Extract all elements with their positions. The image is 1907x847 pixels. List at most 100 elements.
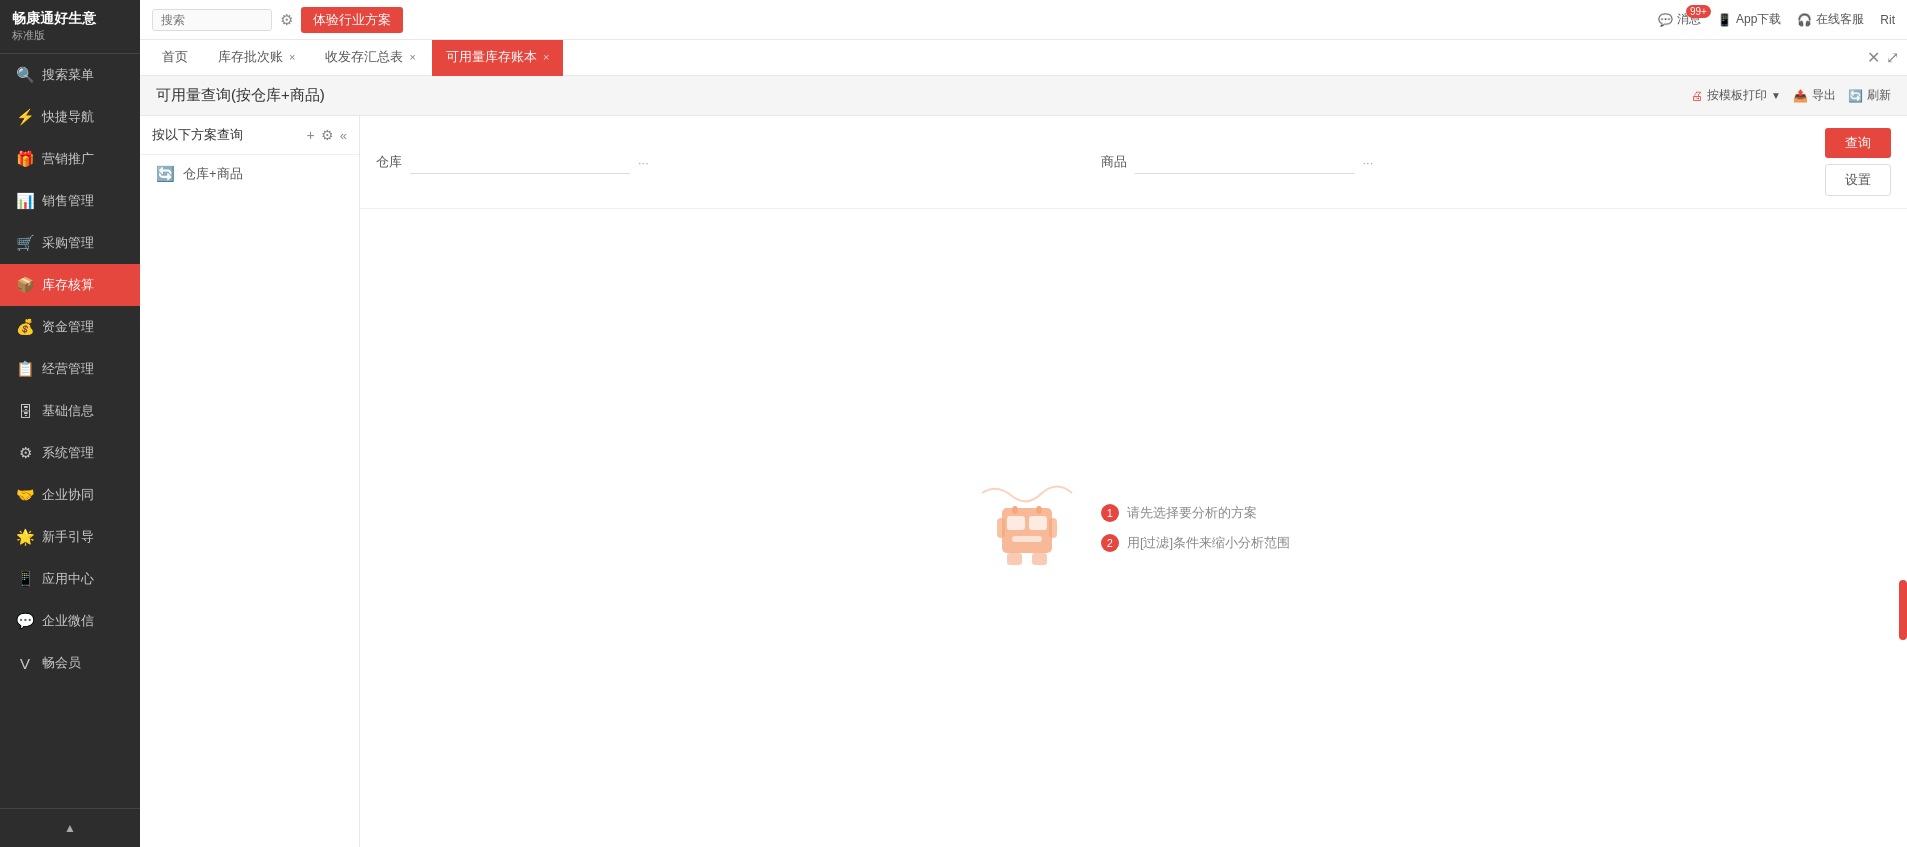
left-panel: 按以下方案查询 + ⚙ « 🔄 仓库+商品 [140, 116, 360, 847]
tab-available-close[interactable]: × [543, 51, 549, 63]
sidebar-item-newbie[interactable]: 🌟 新手引导 [0, 516, 140, 558]
goods-filter-input[interactable] [1135, 150, 1355, 174]
gift-icon: 🎁 [16, 150, 34, 168]
svg-rect-2 [1029, 516, 1047, 530]
topbar-app-btn[interactable]: 📱 App下载 [1717, 11, 1781, 28]
tab-home[interactable]: 首页 [148, 40, 202, 76]
goods-filter-group: 商品 ··· [1101, 150, 1810, 174]
sidebar-item-shortcut[interactable]: ⚡ 快捷导航 [0, 96, 140, 138]
svg-rect-0 [1002, 508, 1052, 553]
export-icon: 📤 [1793, 89, 1808, 103]
page-actions: 🖨 按模板打印 ▼ 📤 导出 🔄 刷新 [1691, 87, 1891, 104]
warehouse-filter-label: 仓库 [376, 153, 402, 171]
filter-row: 仓库 ··· 商品 ··· 查询 设置 [360, 116, 1907, 209]
tab-batch-close[interactable]: × [289, 51, 295, 63]
svg-rect-9 [1032, 553, 1047, 565]
lightning-icon: ⚡ [16, 108, 34, 126]
sidebar-item-wechat[interactable]: 💬 企业微信 [0, 600, 140, 642]
box-icon: 📦 [16, 276, 34, 294]
refresh-icon: 🔄 [1848, 89, 1863, 103]
topbar-search-input[interactable] [152, 9, 272, 31]
tab-expand-icon[interactable]: ⤢ [1886, 48, 1899, 67]
tab-available[interactable]: 可用量库存账本 × [432, 40, 563, 76]
left-panel-add-btn[interactable]: + [307, 127, 315, 143]
svg-rect-8 [1007, 553, 1022, 565]
svg-point-6 [1012, 506, 1018, 514]
page-title: 可用量查询(按仓库+商品) [156, 86, 325, 105]
database-icon: 🗄 [16, 403, 34, 420]
sidebar-bottom: ▲ [0, 808, 140, 847]
topbar-right: 💬 消息 99+ 📱 App下载 🎧 在线客服 Rit [1658, 11, 1895, 28]
tab-extra: ✕ ⤢ [1859, 48, 1907, 67]
svg-rect-5 [1049, 518, 1057, 538]
sidebar-item-sales[interactable]: 📊 销售管理 [0, 180, 140, 222]
message-icon: 💬 [1658, 13, 1673, 27]
warehouse-filter-group: 仓库 ··· [376, 150, 1085, 174]
left-panel-title: 按以下方案查询 [152, 126, 301, 144]
sidebar-item-appstore[interactable]: 📱 应用中心 [0, 558, 140, 600]
trial-btn[interactable]: 体验行业方案 [301, 7, 403, 33]
export-btn[interactable]: 📤 导出 [1793, 87, 1836, 104]
mobile-icon: 📱 [16, 570, 34, 588]
page-header: 可用量查询(按仓库+商品) 🖨 按模板打印 ▼ 📤 导出 🔄 刷新 [140, 76, 1907, 116]
goods-filter-label: 商品 [1101, 153, 1127, 171]
sidebar-item-system[interactable]: ⚙ 系统管理 [0, 432, 140, 474]
tab-batch[interactable]: 库存批次账 × [204, 40, 309, 76]
sidebar-item-enterprise[interactable]: 🤝 企业协同 [0, 474, 140, 516]
warehouse-goods-icon: 🔄 [156, 165, 175, 183]
topbar-support-btn[interactable]: 🎧 在线客服 [1797, 11, 1864, 28]
logo-sub: 标准版 [12, 28, 128, 43]
empty-illustration [977, 478, 1077, 578]
cart-icon: 🛒 [16, 234, 34, 252]
sidebar-item-inventory[interactable]: 📦 库存核算 [0, 264, 140, 306]
sidebar-item-search[interactable]: 🔍 搜索菜单 [0, 54, 140, 96]
print-icon: 🖨 [1691, 89, 1703, 103]
left-panel-header: 按以下方案查询 + ⚙ « [140, 116, 359, 155]
sidebar-item-finance[interactable]: 💰 资金管理 [0, 306, 140, 348]
sidebar-item-purchase[interactable]: 🛒 采购管理 [0, 222, 140, 264]
left-panel-settings-btn[interactable]: ⚙ [321, 127, 334, 143]
tab-summary-close[interactable]: × [409, 51, 415, 63]
warehouse-filter-input[interactable] [410, 150, 630, 174]
logo-title: 畅康通好生意 [12, 10, 128, 28]
empty-state: 1 请先选择要分析的方案 2 用[过滤]条件来缩小分析范围 [360, 209, 1907, 847]
svg-rect-3 [1012, 536, 1042, 542]
sidebar: 畅康通好生意 标准版 🔍 搜索菜单 ⚡ 快捷导航 🎁 营销推广 📊 销售管理 🛒 [0, 0, 140, 847]
headset-icon: 🎧 [1797, 13, 1812, 27]
sidebar-logo: 畅康通好生意 标准版 [0, 0, 140, 54]
sidebar-item-marketing[interactable]: 🎁 营销推广 [0, 138, 140, 180]
sidebar-item-vip[interactable]: V 畅会员 [0, 642, 140, 684]
gear-icon: ⚙ [16, 444, 34, 462]
topbar-user-btn[interactable]: Rit [1880, 13, 1895, 27]
print-template-btn[interactable]: 🖨 按模板打印 ▼ [1691, 87, 1781, 104]
sidebar-item-basic[interactable]: 🗄 基础信息 [0, 390, 140, 432]
tabs-bar: 首页 库存批次账 × 收发存汇总表 × 可用量库存账本 × ✕ ⤢ [140, 40, 1907, 76]
vip-icon: V [16, 655, 34, 672]
sidebar-scroll-up[interactable]: ▲ [0, 817, 140, 839]
chevron-up-icon: ▲ [64, 821, 76, 835]
topbar-settings-icon[interactable]: ⚙ [280, 11, 293, 29]
svg-point-7 [1036, 506, 1042, 514]
tab-summary[interactable]: 收发存汇总表 × [311, 40, 429, 76]
message-badge: 99+ [1686, 5, 1711, 18]
empty-tips: 1 请先选择要分析的方案 2 用[过滤]条件来缩小分析范围 [1101, 504, 1290, 552]
sidebar-item-operations[interactable]: 📋 经营管理 [0, 348, 140, 390]
left-panel-collapse-btn[interactable]: « [340, 128, 347, 143]
svg-rect-1 [1007, 516, 1025, 530]
tab-close-all-icon[interactable]: ✕ [1867, 48, 1880, 67]
money-icon: 💰 [16, 318, 34, 336]
refresh-btn[interactable]: 🔄 刷新 [1848, 87, 1891, 104]
goods-more-btn[interactable]: ··· [1363, 155, 1374, 170]
content-area: 按以下方案查询 + ⚙ « 🔄 仓库+商品 仓库 [140, 116, 1907, 847]
print-chevron-icon: ▼ [1771, 90, 1781, 101]
right-scrollbar[interactable] [1899, 580, 1907, 640]
star-icon: 🌟 [16, 528, 34, 546]
topbar-message-btn[interactable]: 💬 消息 99+ [1658, 11, 1701, 28]
sidebar-nav: 🔍 搜索菜单 ⚡ 快捷导航 🎁 营销推广 📊 销售管理 🛒 采购管理 📦 [0, 54, 140, 808]
left-panel-actions: + ⚙ [307, 127, 334, 143]
left-panel-item-warehouse-goods[interactable]: 🔄 仓库+商品 [140, 155, 359, 193]
settings-button[interactable]: 设置 [1825, 164, 1891, 196]
handshake-icon: 🤝 [16, 486, 34, 504]
warehouse-more-btn[interactable]: ··· [638, 155, 649, 170]
query-button[interactable]: 查询 [1825, 128, 1891, 158]
